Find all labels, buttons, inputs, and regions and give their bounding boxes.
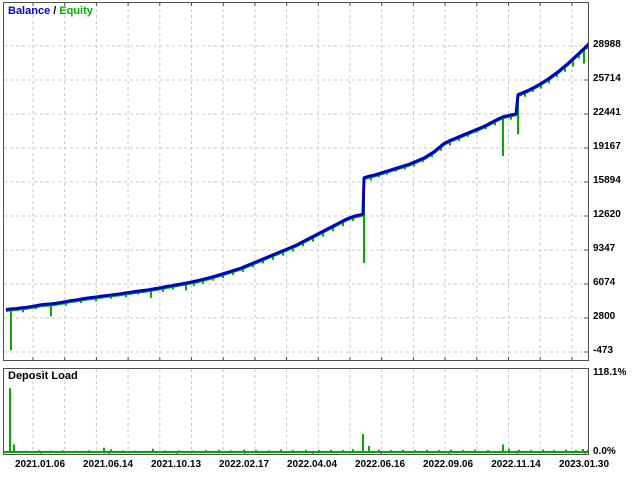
deposit-min-label: 0.0% bbox=[593, 446, 616, 457]
backtest-report-chart: Balance / Equity Deposit Load 28988 25714 22… bbox=[0, 0, 640, 480]
legend-separator: / bbox=[53, 5, 57, 17]
y-axis-tick-label: 15894 bbox=[593, 175, 621, 186]
y-axis-tick-label: 25714 bbox=[593, 73, 621, 84]
y-axis-tick-label: 28988 bbox=[593, 39, 621, 50]
deposit-max-label: 118.1% bbox=[593, 367, 627, 378]
x-axis-tick-label: 2022.04.04 bbox=[286, 459, 338, 470]
chart-legend: Balance / Equity bbox=[8, 5, 93, 17]
y-axis-tick-label: 6074 bbox=[593, 276, 616, 288]
legend-balance-label: Balance bbox=[8, 5, 51, 17]
deposit-load-chart bbox=[4, 369, 588, 454]
x-axis-tick-label: 2021.10.13 bbox=[150, 459, 202, 470]
x-axis-tick-label: 2021.01.06 bbox=[14, 459, 66, 470]
x-axis-tick-label: 2023.01.30 bbox=[558, 459, 610, 470]
y-axis-tick-label: 22441 bbox=[593, 107, 621, 118]
deposit-load-panel: Deposit Load bbox=[3, 368, 589, 455]
legend-equity-label: Equity bbox=[59, 5, 93, 17]
y-axis-tick-label: 9347 bbox=[593, 243, 616, 254]
x-axis-tick-label: 2022.11.14 bbox=[491, 459, 541, 470]
x-axis-tick-label: 2022.06.16 bbox=[354, 459, 406, 470]
deposit-load-title: Deposit Load bbox=[8, 370, 78, 382]
y-axis-tick-label: 2800 bbox=[593, 311, 616, 322]
y-axis-tick-label: 19167 bbox=[593, 141, 621, 152]
balance-equity-panel: Balance / Equity bbox=[3, 2, 589, 361]
balance-equity-chart bbox=[4, 3, 588, 360]
y-axis-tick-label: -473 bbox=[593, 344, 614, 356]
y-axis-tick-label: 12620 bbox=[593, 209, 621, 220]
x-axis-tick-label: 2022.02.17 bbox=[218, 459, 270, 470]
x-axis-tick-label: 2021.06.14 bbox=[82, 459, 134, 470]
x-axis-tick-label: 2022.09.06 bbox=[422, 459, 474, 470]
